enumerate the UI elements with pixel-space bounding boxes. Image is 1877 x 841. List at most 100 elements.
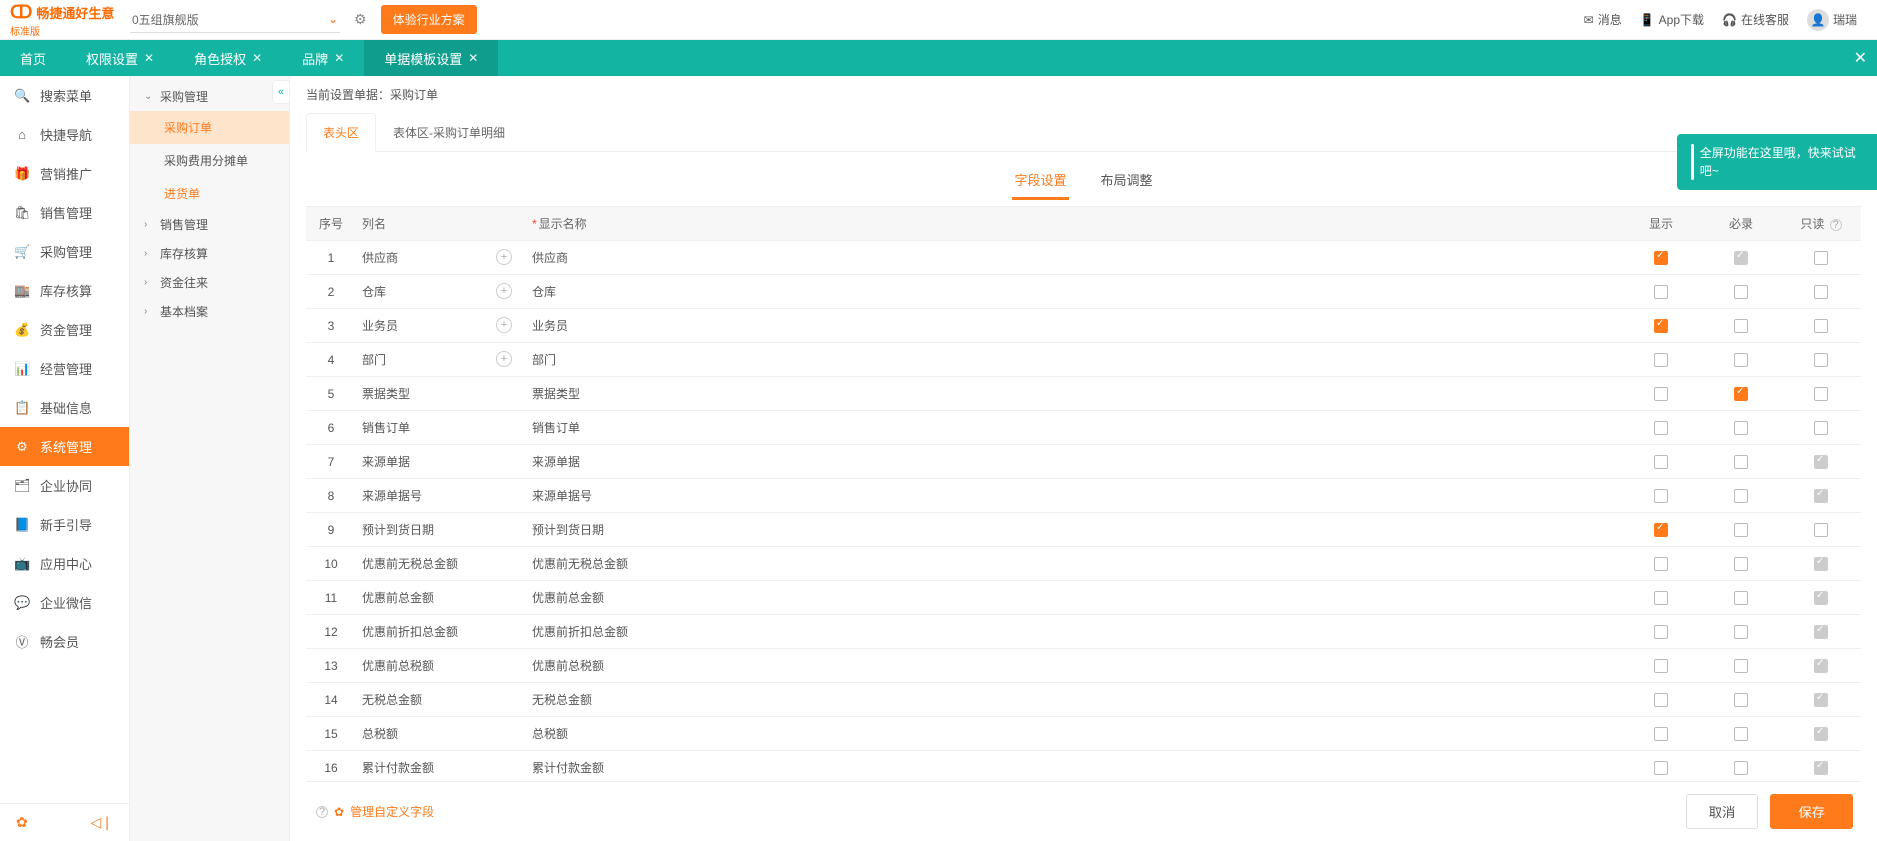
checkbox[interactable] bbox=[1734, 625, 1748, 639]
checkbox[interactable] bbox=[1654, 285, 1668, 299]
close-icon[interactable]: ✕ bbox=[334, 51, 344, 65]
checkbox[interactable] bbox=[1654, 353, 1668, 367]
checkbox[interactable] bbox=[1814, 319, 1828, 333]
cell-display[interactable]: 票据类型 bbox=[526, 377, 1621, 411]
inner-tab-表头区[interactable]: 表头区 bbox=[306, 113, 376, 152]
subnav-group-资金往来[interactable]: ›资金往来 bbox=[130, 268, 289, 297]
experience-button[interactable]: 体验行业方案 bbox=[381, 5, 477, 34]
subnav-leaf-采购费用分摊单[interactable]: 采购费用分摊单 bbox=[130, 144, 289, 177]
checkbox[interactable] bbox=[1734, 591, 1748, 605]
checkbox[interactable] bbox=[1654, 251, 1668, 265]
sidebar-item-企业微信[interactable]: 💬企业微信 bbox=[0, 583, 129, 622]
checkbox[interactable] bbox=[1734, 693, 1748, 707]
tab-首页[interactable]: 首页 bbox=[0, 40, 66, 76]
checkbox[interactable] bbox=[1654, 659, 1668, 673]
sidebar-item-搜索菜单[interactable]: 🔍搜索菜单 bbox=[0, 76, 129, 115]
inner-tab-表体区-采购订单明细[interactable]: 表体区-采购订单明细 bbox=[376, 113, 522, 151]
checkbox[interactable] bbox=[1654, 591, 1668, 605]
section-tab-字段设置[interactable]: 字段设置 bbox=[1012, 166, 1068, 200]
checkbox[interactable] bbox=[1654, 455, 1668, 469]
checkbox[interactable] bbox=[1654, 625, 1668, 639]
cell-display[interactable]: 供应商 bbox=[526, 241, 1621, 275]
plus-icon[interactable]: + bbox=[496, 317, 512, 333]
sidebar-item-库存核算[interactable]: 🏬库存核算 bbox=[0, 271, 129, 310]
tab-权限设置[interactable]: 权限设置✕ bbox=[66, 40, 174, 76]
checkbox[interactable] bbox=[1654, 387, 1668, 401]
checkbox[interactable] bbox=[1734, 489, 1748, 503]
sidebar-item-基础信息[interactable]: 📋基础信息 bbox=[0, 388, 129, 427]
checkbox[interactable] bbox=[1734, 319, 1748, 333]
fullscreen-tip[interactable]: 全屏功能在这里哦，快来试试吧~ bbox=[1677, 134, 1877, 190]
subnav-collapse-icon[interactable]: « bbox=[272, 80, 290, 104]
checkbox[interactable] bbox=[1814, 523, 1828, 537]
cell-display[interactable]: 来源单据号 bbox=[526, 479, 1621, 513]
messages-link[interactable]: ✉消息 bbox=[1584, 11, 1622, 28]
plus-icon[interactable]: + bbox=[496, 249, 512, 265]
cell-display[interactable]: 无税总金额 bbox=[526, 683, 1621, 717]
sidebar-settings-icon[interactable]: ✿ bbox=[16, 814, 28, 831]
sidebar-item-新手引导[interactable]: 📘新手引导 bbox=[0, 505, 129, 544]
checkbox[interactable] bbox=[1734, 557, 1748, 571]
subnav-group-库存核算[interactable]: ›库存核算 bbox=[130, 239, 289, 268]
tab-单据模板设置[interactable]: 单据模板设置✕ bbox=[364, 40, 498, 76]
checkbox[interactable] bbox=[1734, 421, 1748, 435]
subnav-group-销售管理[interactable]: ›销售管理 bbox=[130, 210, 289, 239]
sidebar-item-应用中心[interactable]: 📺应用中心 bbox=[0, 544, 129, 583]
cell-display[interactable]: 仓库 bbox=[526, 275, 1621, 309]
help-icon[interactable]: ? bbox=[1830, 219, 1842, 231]
close-icon[interactable]: ✕ bbox=[144, 51, 154, 65]
cell-display[interactable]: 优惠前总金额 bbox=[526, 581, 1621, 615]
checkbox[interactable] bbox=[1814, 251, 1828, 265]
settings-gear-icon[interactable]: ⚙ bbox=[340, 11, 381, 28]
cell-display[interactable]: 来源单据 bbox=[526, 445, 1621, 479]
section-tab-布局调整[interactable]: 布局调整 bbox=[1099, 166, 1155, 200]
sidebar-item-营销推广[interactable]: 🎁营销推广 bbox=[0, 154, 129, 193]
checkbox[interactable] bbox=[1654, 761, 1668, 775]
subnav-group-采购管理[interactable]: ⌄采购管理 bbox=[130, 82, 289, 111]
cell-display[interactable]: 总税额 bbox=[526, 717, 1621, 751]
close-icon[interactable]: ✕ bbox=[252, 51, 262, 65]
cell-display[interactable]: 销售订单 bbox=[526, 411, 1621, 445]
checkbox[interactable] bbox=[1654, 523, 1668, 537]
cell-display[interactable]: 优惠前无税总金额 bbox=[526, 547, 1621, 581]
checkbox[interactable] bbox=[1654, 727, 1668, 741]
sidebar-item-快捷导航[interactable]: ⌂快捷导航 bbox=[0, 115, 129, 154]
tab-品牌[interactable]: 品牌✕ bbox=[282, 40, 364, 76]
checkbox[interactable] bbox=[1654, 693, 1668, 707]
save-button[interactable]: 保存 bbox=[1770, 794, 1853, 829]
cancel-button[interactable]: 取消 bbox=[1686, 794, 1759, 829]
sidebar-item-系统管理[interactable]: ⚙系统管理 bbox=[0, 427, 129, 466]
close-icon[interactable]: ✕ bbox=[468, 51, 478, 65]
sidebar-collapse-icon[interactable]: ◁❘ bbox=[91, 814, 114, 831]
help-icon[interactable]: ? bbox=[316, 806, 328, 818]
cell-display[interactable]: 优惠前折扣总金额 bbox=[526, 615, 1621, 649]
checkbox[interactable] bbox=[1734, 455, 1748, 469]
checkbox[interactable] bbox=[1654, 319, 1668, 333]
checkbox[interactable] bbox=[1814, 353, 1828, 367]
sidebar-item-企业协同[interactable]: 🗂企业协同 bbox=[0, 466, 129, 505]
manage-custom-fields-link[interactable]: 管理自定义字段 bbox=[350, 803, 434, 820]
sidebar-item-经营管理[interactable]: 📊经营管理 bbox=[0, 349, 129, 388]
checkbox[interactable] bbox=[1734, 727, 1748, 741]
fields-table-wrap[interactable]: 序号 列名 *显示名称 显示 必录 只读 ? 1 供应商+ 供应商 2 仓库+ … bbox=[306, 206, 1861, 781]
checkbox[interactable] bbox=[1734, 285, 1748, 299]
checkbox[interactable] bbox=[1654, 421, 1668, 435]
user-menu[interactable]: 👤瑞瑞 bbox=[1807, 9, 1857, 31]
cell-display[interactable]: 部门 bbox=[526, 343, 1621, 377]
checkbox[interactable] bbox=[1734, 353, 1748, 367]
cell-display[interactable]: 优惠前总税额 bbox=[526, 649, 1621, 683]
plus-icon[interactable]: + bbox=[496, 283, 512, 299]
subnav-leaf-采购订单[interactable]: 采购订单 bbox=[130, 111, 289, 144]
sidebar-item-销售管理[interactable]: 🛍销售管理 bbox=[0, 193, 129, 232]
cell-display[interactable]: 业务员 bbox=[526, 309, 1621, 343]
checkbox[interactable] bbox=[1734, 387, 1748, 401]
support-link[interactable]: 🎧在线客服 bbox=[1722, 11, 1789, 28]
checkbox[interactable] bbox=[1734, 659, 1748, 673]
checkbox[interactable] bbox=[1654, 489, 1668, 503]
app-download-link[interactable]: 📱App下载 bbox=[1640, 11, 1704, 28]
close-all-tabs-icon[interactable]: ✕ bbox=[1854, 40, 1867, 76]
checkbox[interactable] bbox=[1814, 421, 1828, 435]
tenant-select[interactable]: 0五组旗舰版 ⌄ bbox=[130, 7, 340, 33]
checkbox[interactable] bbox=[1814, 387, 1828, 401]
checkbox[interactable] bbox=[1814, 285, 1828, 299]
